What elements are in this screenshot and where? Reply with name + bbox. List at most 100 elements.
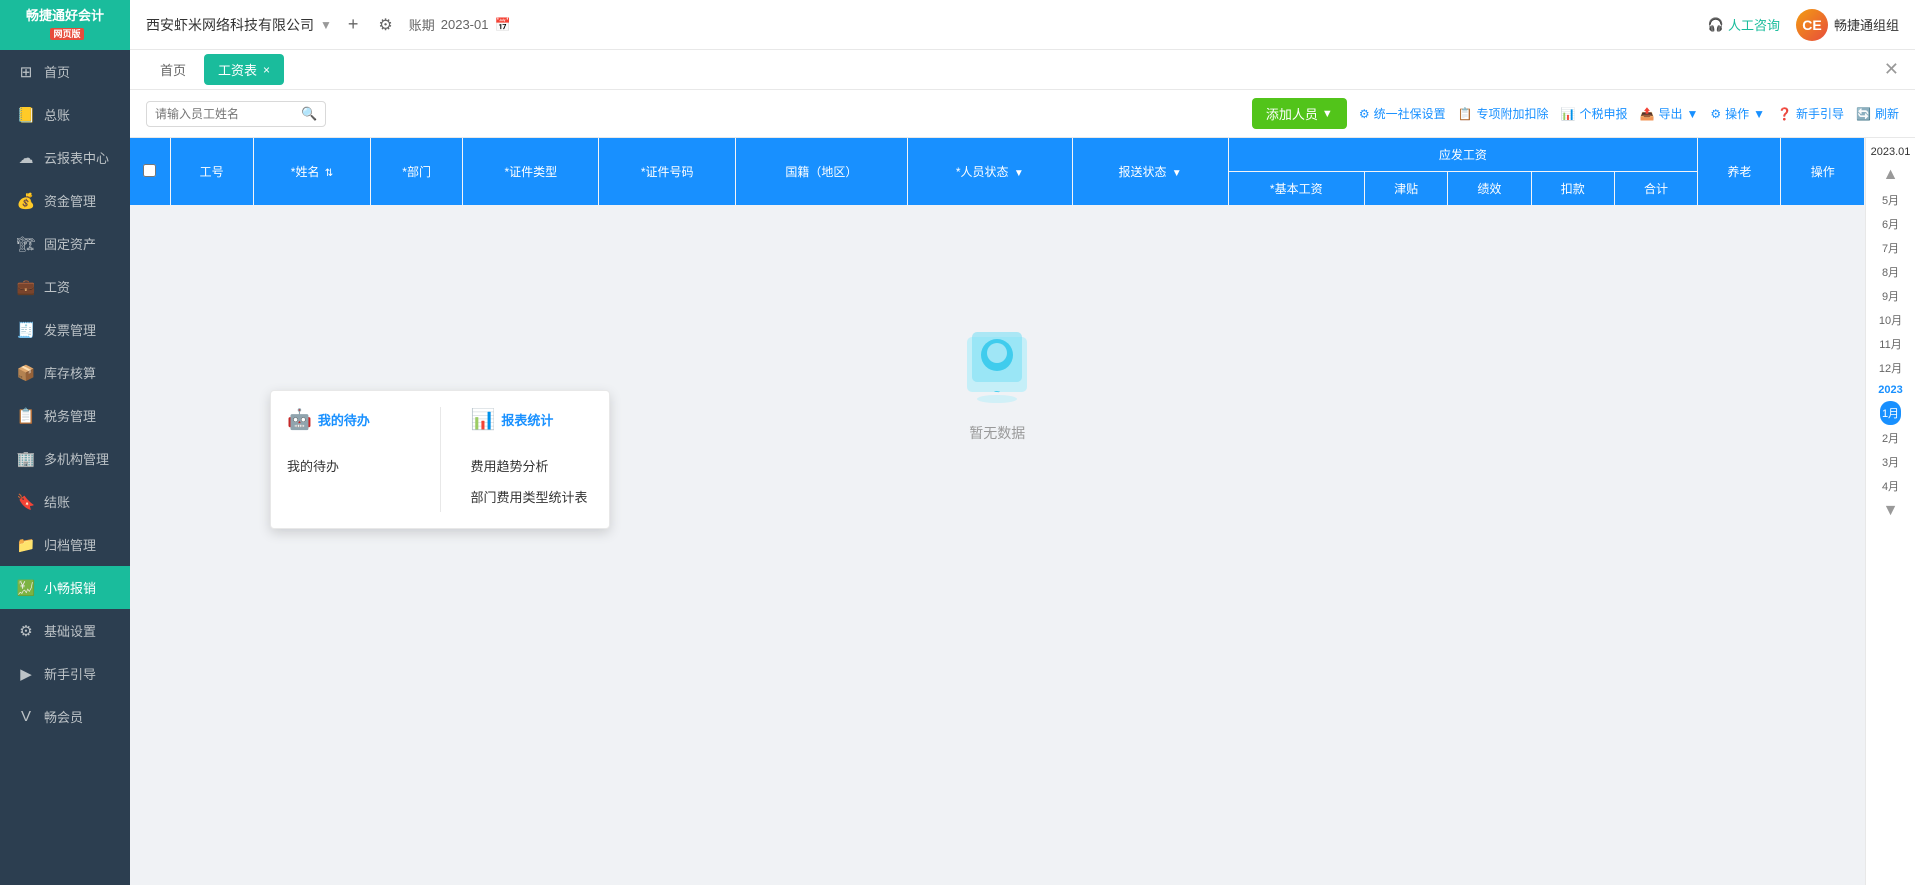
sidebar-label-xiaochang: 小畅报销 [44,578,96,597]
xiaochang-icon: 💹 [16,579,36,597]
checkout-icon: 🔖 [16,493,36,511]
popup-item-部门费用类型统计表[interactable]: 部门费用类型统计表 [471,481,594,512]
select-all-checkbox[interactable] [143,164,156,177]
timeline-month-7月[interactable]: 7月 [1876,236,1905,260]
header-name: *姓名 ⇅ [253,138,370,205]
sidebar-label-ledger: 总账 [44,105,70,124]
customer-service-label: 人工咨询 [1728,15,1780,34]
popup-col-left: 🤖 我的待办 我的待办 [287,407,410,512]
name-sort-icon[interactable]: ⇅ [325,168,333,179]
new-guide-icon: ▶ [16,665,36,683]
sidebar-item-fixed-assets[interactable]: 🏗固定资产 [0,222,130,265]
accounting-period: 账期 2023-01 📅 [409,15,511,34]
sidebar-label-fixed-assets: 固定资产 [44,234,96,253]
personal-tax-button[interactable]: 📊 个税申报 [1561,105,1628,122]
header-checkbox[interactable] [130,138,170,205]
sidebar-label-invoice: 发票管理 [44,320,96,339]
timeline-month-5月[interactable]: 5月 [1876,188,1905,212]
sidebar-item-ledger[interactable]: 📒总账 [0,93,130,136]
sidebar-item-new-guide[interactable]: ▶新手引导 [0,652,130,695]
tab-salary-table[interactable]: 工资表 × [204,54,284,85]
tab-home-label: 首页 [160,60,186,79]
header-right: 🎧 人工咨询 CE 畅捷通组组 [1708,9,1899,41]
header-nationality: 国籍（地区） [735,138,907,205]
avatar: CE [1796,9,1828,41]
refresh-button[interactable]: 🔄 刷新 [1856,105,1899,122]
tab-salary-label: 工资表 [218,60,257,79]
sidebar-label-member: 畅会员 [44,707,83,726]
timeline-month-8月[interactable]: 8月 [1876,260,1905,284]
sidebar-item-home[interactable]: ⊞ 首页 [0,50,130,93]
timeline-down-button[interactable]: ▼ [1879,498,1903,524]
cloud-report-icon: ☁ [16,149,36,167]
sidebar-label-home: 首页 [44,62,70,81]
timeline-active-month-2月[interactable]: 2月 [1876,426,1905,450]
timeline-month-9月[interactable]: 9月 [1876,284,1905,308]
timeline-up-button[interactable]: ▲ [1879,162,1903,188]
sidebar-item-member[interactable]: V畅会员 [0,695,130,738]
popup-item-我的待办[interactable]: 我的待办 [287,450,410,481]
header-report-status: 报送状态 ▼ [1072,138,1228,205]
new-guide-button[interactable]: ❓ 新手引导 [1777,105,1844,122]
search-input[interactable] [155,107,295,121]
company-dropdown-arrow[interactable]: ▼ [320,18,332,32]
sidebar-item-fund[interactable]: 💰资金管理 [0,179,130,222]
company-name-text: 西安虾米网络科技有限公司 [146,15,314,35]
popup-section: 🤖 我的待办 我的待办 📊 报表统计 费用趋势分析部门费用类型统计表 [287,407,593,512]
report-status-filter-icon[interactable]: ▼ [1172,168,1182,179]
export-button[interactable]: 📤 导出 ▼ [1640,105,1699,122]
timeline-month-10月[interactable]: 10月 [1876,308,1905,332]
timeline-active-month-3月[interactable]: 3月 [1876,450,1905,474]
close-tab-area[interactable]: ✕ [1884,59,1899,80]
person-status-filter-icon[interactable]: ▼ [1014,168,1024,179]
settings-button[interactable]: ⚙ [374,11,396,39]
deduction-button[interactable]: 📋 专项附加扣除 [1458,105,1549,122]
add-person-button[interactable]: 添加人员 ▼ [1252,98,1347,129]
timeline-active-month-1月[interactable]: 1月 [1880,401,1901,425]
add-person-label: 添加人员 [1266,104,1318,123]
archive-icon: 📁 [16,536,36,554]
add-person-caret: ▼ [1322,108,1333,120]
popup-col2-title: 报表统计 [501,410,553,429]
operations-button[interactable]: ⚙ 操作 ▼ [1710,105,1765,122]
search-box[interactable]: 🔍 [146,101,326,127]
sidebar-item-basic-settings[interactable]: ⚙基础设置 [0,609,130,652]
timeline-month-12月[interactable]: 12月 [1876,356,1905,380]
multi-org-icon: 🏢 [16,450,36,468]
inventory-icon: 📦 [16,364,36,382]
popup-item-费用趋势分析[interactable]: 费用趋势分析 [471,450,594,481]
period-value: 2023-01 [441,17,489,32]
deduction-icon: 📋 [1458,107,1473,121]
tab-home[interactable]: 首页 [146,54,200,85]
logo-badge: 网页版 [50,28,83,40]
add-company-button[interactable]: + [344,10,363,39]
timeline-month-11月[interactable]: 11月 [1876,332,1905,356]
popup-title-left: 🤖 我的待办 [287,407,410,440]
customer-service[interactable]: 🎧 人工咨询 [1708,15,1780,34]
social-security-button[interactable]: ⚙ 统一社保设置 [1359,105,1446,122]
sidebar-item-inventory[interactable]: 📦库存核算 [0,351,130,394]
sidebar-item-invoice[interactable]: 🧾发票管理 [0,308,130,351]
sidebar-item-multi-org[interactable]: 🏢多机构管理 [0,437,130,480]
sidebar-item-salary[interactable]: 💼工资 [0,265,130,308]
timeline-active-month-4月[interactable]: 4月 [1876,474,1905,498]
header-department: *部门 [371,138,463,205]
timeline-month-6月[interactable]: 6月 [1876,212,1905,236]
calendar-icon[interactable]: 📅 [494,17,510,33]
sidebar-label-archive: 归档管理 [44,535,96,554]
sidebar-label-checkout: 结账 [44,492,70,511]
popup-title-right: 📊 报表统计 [471,407,594,440]
sidebar-item-cloud-report[interactable]: ☁云报表中心 [0,136,130,179]
tab-close-icon[interactable]: × [263,63,270,77]
sidebar-item-tax[interactable]: 📋税务管理 [0,394,130,437]
home-icon: ⊞ [16,63,36,81]
header-operations: 操作 [1781,138,1865,205]
sidebar-item-archive[interactable]: 📁 归档管理 [0,523,130,566]
popup-icon-left: 🤖 [287,407,312,432]
new-guide-icon: ❓ [1777,107,1792,121]
export-caret: ▼ [1687,107,1699,121]
sidebar-item-checkout[interactable]: 🔖 结账 [0,480,130,523]
popup-col1-title: 我的待办 [318,410,370,429]
sidebar-item-xiaochang[interactable]: 💹 小畅报销 [0,566,130,609]
user-info[interactable]: CE 畅捷通组组 [1796,9,1899,41]
